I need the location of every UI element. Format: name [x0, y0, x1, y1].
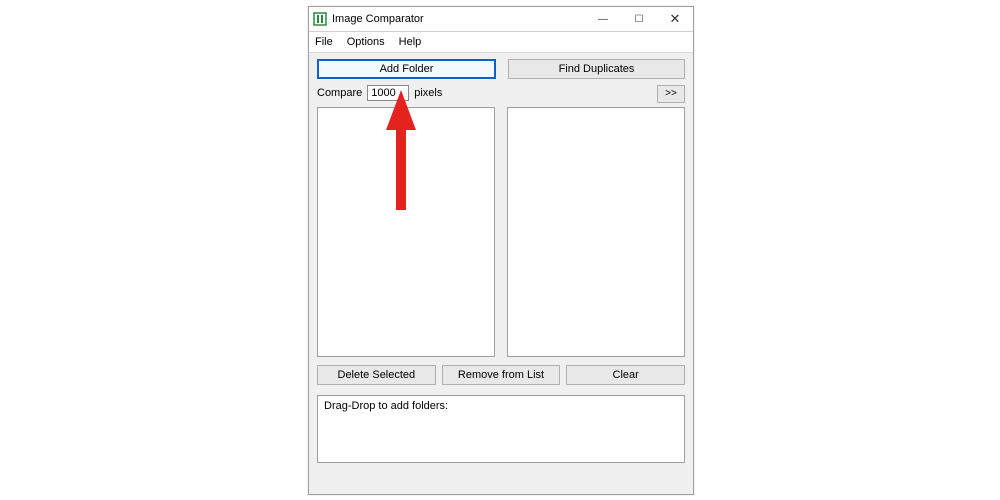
right-panel[interactable] — [507, 107, 685, 357]
add-folder-button[interactable]: Add Folder — [317, 59, 496, 79]
menu-options[interactable]: Options — [347, 36, 385, 48]
find-duplicates-button[interactable]: Find Duplicates — [508, 59, 685, 79]
compare-label: Compare — [317, 87, 362, 99]
app-window: Image Comparator — ☐ ✕ File Options Help… — [308, 6, 694, 495]
panels-row — [317, 107, 685, 357]
drop-zone[interactable]: Drag-Drop to add folders: — [317, 395, 685, 463]
expand-button[interactable]: >> — [657, 85, 685, 103]
compare-input[interactable] — [367, 85, 409, 101]
titlebar[interactable]: Image Comparator — ☐ ✕ — [309, 7, 693, 32]
compare-unit-label: pixels — [414, 87, 442, 99]
clear-button[interactable]: Clear — [566, 365, 685, 385]
menubar: File Options Help — [309, 32, 693, 53]
menu-help[interactable]: Help — [399, 36, 422, 48]
left-panel[interactable] — [317, 107, 495, 357]
minimize-button[interactable]: — — [585, 7, 621, 31]
drop-zone-label: Drag-Drop to add folders: — [324, 400, 448, 412]
close-button[interactable]: ✕ — [657, 7, 693, 31]
maximize-button[interactable]: ☐ — [621, 7, 657, 31]
content-area: Add Folder Find Duplicates Compare pixel… — [309, 53, 693, 469]
top-button-row: Add Folder Find Duplicates — [317, 59, 685, 79]
action-button-row: Delete Selected Remove from List Clear — [317, 365, 685, 385]
delete-selected-button[interactable]: Delete Selected — [317, 365, 436, 385]
compare-row: Compare pixels >> — [317, 85, 685, 101]
window-controls: — ☐ ✕ — [585, 7, 693, 31]
window-title: Image Comparator — [332, 13, 424, 25]
app-icon — [313, 12, 327, 26]
menu-file[interactable]: File — [315, 36, 333, 48]
remove-from-list-button[interactable]: Remove from List — [442, 365, 561, 385]
